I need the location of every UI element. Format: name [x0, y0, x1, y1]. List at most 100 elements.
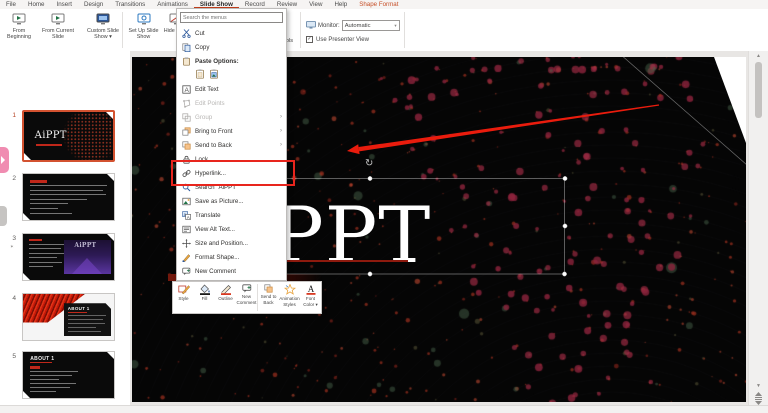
ribbon-button-from-current-slide[interactable]: From Current Slide [38, 11, 78, 49]
ribbon-button-from-beginning[interactable]: From Beginning [2, 11, 36, 49]
menu-item-label: Copy [195, 43, 210, 51]
slide-thumbnail-1[interactable]: AiPPT [22, 110, 115, 162]
alt-text-icon [182, 225, 191, 234]
slide-number: 5 [12, 353, 16, 360]
toolbar-button-style[interactable]: Style [173, 282, 194, 313]
menu-item-new-comment[interactable]: New Comment [177, 264, 286, 278]
group-divider [122, 12, 123, 48]
menu-item-translate[interactable]: a A Translate [177, 208, 286, 222]
menu-item-save-as-picture[interactable]: Save as Picture... [177, 194, 286, 208]
edit-text-icon: A [182, 84, 191, 94]
toolbar-button-send-to-back[interactable]: Send to Back [258, 282, 279, 313]
corner-cut [23, 273, 30, 280]
outline-icon [220, 284, 232, 296]
menu-item-send-to-back[interactable]: Send to Back › [177, 138, 286, 152]
ribbon: From Beginning From Current Slide Custom S… [0, 9, 768, 58]
thumb-title-text: ABOUT 1 [67, 305, 90, 311]
text-line [30, 203, 69, 205]
tab-insert[interactable]: Insert [51, 0, 78, 9]
tab-help[interactable]: Help [328, 0, 353, 9]
monitor-dropdown-value: Automatic [344, 22, 371, 29]
corner-cut [23, 213, 30, 220]
submenu-arrow-icon: › [280, 114, 282, 120]
paste-options-row [177, 68, 286, 82]
menu-item-copy[interactable]: Copy [177, 40, 286, 54]
menu-item-label: Paste Options: [195, 57, 239, 65]
translate-icon: aA [182, 210, 191, 220]
toolbar-button-outline[interactable]: Outline [215, 282, 236, 313]
toolbar-button-label: Animation Styles [279, 296, 300, 307]
toolbar-button-animation-styles[interactable]: Animation Styles [279, 282, 300, 313]
text-line [67, 331, 101, 333]
text-line [67, 315, 106, 317]
toolbar-button-new-comment[interactable]: New Comment [236, 282, 257, 313]
menu-search-input[interactable] [180, 12, 283, 23]
animation-styles-icon [283, 283, 296, 296]
monitor-icon [306, 20, 316, 31]
toolbar-button-font-color[interactable]: A Font Color ▾ [300, 282, 321, 313]
slide-number: 2 [12, 175, 16, 182]
scroll-down-icon[interactable]: ▼ [754, 384, 763, 390]
menu-item-cut[interactable]: Cut [177, 26, 286, 40]
text-line [30, 390, 56, 392]
menu-item-view-alt-text[interactable]: View Alt Text... [177, 222, 286, 236]
menu-item-format-shape[interactable]: Format Shape... [177, 250, 286, 264]
fill-icon [199, 284, 211, 296]
ribbon-button-label: From Beginning [7, 28, 31, 41]
floating-tool-handle[interactable] [0, 206, 7, 226]
cut-icon [182, 28, 191, 38]
ribbon-button-set-up-slide-show[interactable]: Set Up Slide Show [127, 11, 160, 49]
corner-cut [24, 153, 31, 160]
text-line [29, 261, 63, 263]
slide-thumbnail-5[interactable]: ABOUT 1 [22, 351, 115, 399]
edit-points-icon [182, 99, 191, 108]
menu-item-edit-text[interactable]: A Edit Text [177, 82, 286, 96]
toolbar-button-label: Fill [201, 296, 208, 302]
vertical-scrollbar[interactable]: ▲ ▼ [748, 51, 768, 405]
svg-text:A: A [185, 87, 190, 94]
slide-thumbnail-2[interactable] [22, 173, 115, 221]
thumb-heading-bar [30, 179, 47, 183]
tunnel-image: AiPPT [63, 239, 112, 275]
tab-transitions[interactable]: Transitions [109, 0, 151, 9]
menu-item-paste-options[interactable]: Paste Options: [177, 54, 286, 68]
monitor-dropdown[interactable]: Automatic ▾ [341, 20, 400, 31]
ribbon-tab-bar: File Home Insert Design Transitions Animation… [0, 0, 768, 9]
mini-format-toolbar: Style Fill Outline New Comment Send to Back A… [172, 281, 322, 314]
scroll-up-icon[interactable]: ▲ [754, 54, 763, 60]
menu-item-label: View Alt Text... [195, 225, 236, 233]
slide-thumbnail-4[interactable]: ABOUT 1 [22, 293, 115, 341]
text-line [29, 248, 62, 250]
text-line [29, 252, 66, 254]
play-monitor-icon [12, 13, 26, 27]
menu-item-label: Send to Back [195, 141, 232, 149]
ribbon-button-custom-slide-show[interactable]: Custom Slide Show ▾ [80, 11, 126, 49]
toolbar-button-fill[interactable]: Fill [194, 282, 215, 313]
corner-cut [23, 391, 30, 398]
scrollbar-thumb[interactable] [755, 62, 762, 118]
floating-tool-badge[interactable] [0, 147, 9, 173]
tab-home[interactable]: Home [22, 0, 51, 9]
toolbar-button-label: Font Color ▾ [303, 296, 318, 307]
previous-slide-icon[interactable] [754, 392, 763, 398]
chevron-down-icon: ▾ [394, 22, 397, 28]
animation-indicator-icon: ✶ [10, 244, 14, 249]
thumb-title-text: AiPPT [34, 130, 67, 142]
copy-icon [182, 42, 191, 52]
tab-design[interactable]: Design [78, 0, 109, 9]
bring-front-icon [182, 126, 191, 136]
tab-file[interactable]: File [0, 0, 22, 9]
text-line [30, 189, 104, 191]
tab-view[interactable]: View [303, 0, 328, 9]
menu-item-label: Edit Points [195, 99, 225, 107]
use-presenter-view-checkbox[interactable]: ✓ Use Presenter View [306, 36, 369, 43]
menu-item-size-and-position[interactable]: Size and Position... [177, 236, 286, 250]
menu-item-bring-to-front[interactable]: Bring to Front › [177, 124, 286, 138]
tab-shape-format[interactable]: Shape Format [353, 0, 404, 9]
submenu-arrow-icon: › [280, 128, 282, 134]
menu-item-label: Bring to Front [195, 127, 233, 135]
text-line [30, 374, 73, 376]
thumb-title-underline [30, 361, 53, 364]
slide-number: 3 [12, 235, 16, 242]
slide-thumbnail-3[interactable]: AiPPT [22, 233, 115, 281]
